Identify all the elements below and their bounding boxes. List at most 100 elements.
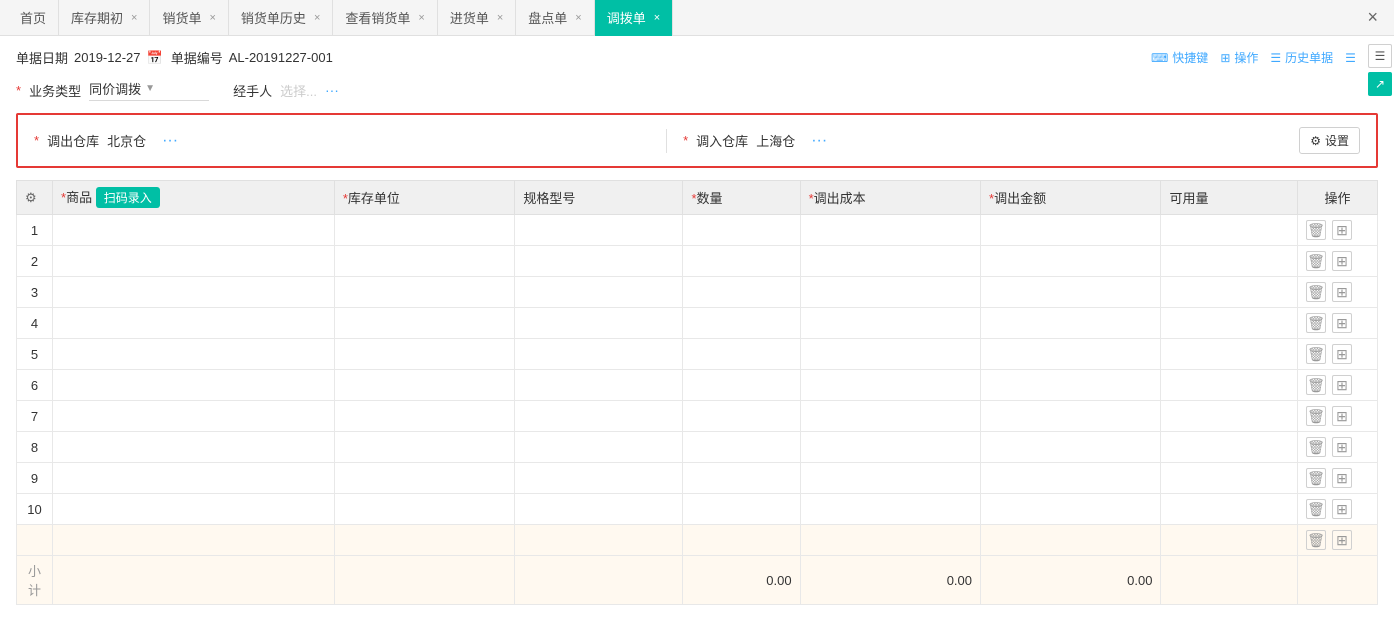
cell-product-10[interactable] xyxy=(53,494,335,525)
settings-button[interactable]: ⚙ 设置 xyxy=(1299,127,1360,154)
calendar-icon[interactable]: 📅 xyxy=(147,50,163,66)
cell-spec-8[interactable] xyxy=(515,432,683,463)
cell-cost-2[interactable] xyxy=(800,246,980,277)
delete-icon-5[interactable]: 🗑 xyxy=(1306,344,1326,364)
cell-spec-10[interactable] xyxy=(515,494,683,525)
copy-icon-8[interactable]: ⊞ xyxy=(1332,437,1352,457)
cell-spec-7[interactable] xyxy=(515,401,683,432)
tab-transfer[interactable]: 调拨单 × xyxy=(595,0,673,36)
out-warehouse-more-icon[interactable]: ··· xyxy=(162,132,178,150)
cell-amount-1[interactable] xyxy=(981,215,1161,246)
cell-amount-8[interactable] xyxy=(981,432,1161,463)
cell-cost-3[interactable] xyxy=(800,277,980,308)
handler-more-dots[interactable]: ··· xyxy=(325,82,339,98)
cell-unit-2[interactable] xyxy=(334,246,514,277)
delete-icon-4[interactable]: 🗑 xyxy=(1306,313,1326,333)
tab-close-sales-history[interactable]: × xyxy=(314,12,320,24)
copy-icon-4[interactable]: ⊞ xyxy=(1332,313,1352,333)
copy-icon-7[interactable]: ⊞ xyxy=(1332,406,1352,426)
tab-inventory-check[interactable]: 盘点单 × xyxy=(516,0,594,36)
cell-qty-5[interactable] xyxy=(683,339,800,370)
cell-spec-4[interactable] xyxy=(515,308,683,339)
copy-icon-5[interactable]: ⊞ xyxy=(1332,344,1352,364)
history-btn[interactable]: ☰ 历史单据 xyxy=(1270,49,1333,66)
cell-cost-5[interactable] xyxy=(800,339,980,370)
cell-product-1[interactable] xyxy=(53,215,335,246)
delete-icon-9[interactable]: 🗑 xyxy=(1306,468,1326,488)
cell-product-6[interactable] xyxy=(53,370,335,401)
copy-icon-11[interactable]: ⊞ xyxy=(1332,530,1352,550)
delete-icon-11[interactable]: 🗑 xyxy=(1306,530,1326,550)
cell-amount-5[interactable] xyxy=(981,339,1161,370)
layout-btn1[interactable]: ☰ xyxy=(1345,51,1356,65)
cell-product-11[interactable] xyxy=(53,525,335,556)
cell-spec-9[interactable] xyxy=(515,463,683,494)
cell-product-3[interactable] xyxy=(53,277,335,308)
th-gear[interactable]: ⚙ xyxy=(17,181,53,215)
delete-icon-7[interactable]: 🗑 xyxy=(1306,406,1326,426)
cell-product-4[interactable] xyxy=(53,308,335,339)
sidebar-list-icon[interactable]: ☰ xyxy=(1368,44,1392,68)
copy-icon-6[interactable]: ⊞ xyxy=(1332,375,1352,395)
sidebar-export-icon[interactable]: ↗ xyxy=(1368,72,1392,96)
delete-icon-3[interactable]: 🗑 xyxy=(1306,282,1326,302)
scan-btn[interactable]: 扫码录入 xyxy=(96,187,160,208)
shortcut-btn[interactable]: ⌨ 快捷键 xyxy=(1151,49,1208,66)
tab-close-inventory-init[interactable]: × xyxy=(131,12,137,24)
cell-cost-8[interactable] xyxy=(800,432,980,463)
copy-icon-9[interactable]: ⊞ xyxy=(1332,468,1352,488)
tab-purchase[interactable]: 进货单 × xyxy=(438,0,516,36)
cell-product-7[interactable] xyxy=(53,401,335,432)
cell-qty-1[interactable] xyxy=(683,215,800,246)
cell-qty-9[interactable] xyxy=(683,463,800,494)
tab-close-view-sales[interactable]: × xyxy=(418,12,424,24)
cell-qty-8[interactable] xyxy=(683,432,800,463)
cell-cost-1[interactable] xyxy=(800,215,980,246)
cell-product-8[interactable] xyxy=(53,432,335,463)
cell-cost-6[interactable] xyxy=(800,370,980,401)
cell-qty-4[interactable] xyxy=(683,308,800,339)
cell-unit-7[interactable] xyxy=(334,401,514,432)
cell-unit-8[interactable] xyxy=(334,432,514,463)
cell-amount-10[interactable] xyxy=(981,494,1161,525)
cell-qty-7[interactable] xyxy=(683,401,800,432)
cell-spec-3[interactable] xyxy=(515,277,683,308)
cell-cost-9[interactable] xyxy=(800,463,980,494)
in-warehouse-more-icon[interactable]: ··· xyxy=(811,132,827,150)
cell-unit-11[interactable] xyxy=(334,525,514,556)
cell-amount-3[interactable] xyxy=(981,277,1161,308)
cell-cost-4[interactable] xyxy=(800,308,980,339)
tab-close-inventory-check[interactable]: × xyxy=(575,12,581,24)
tab-close-sales-order[interactable]: × xyxy=(209,12,215,24)
cell-amount-6[interactable] xyxy=(981,370,1161,401)
cell-amount-7[interactable] xyxy=(981,401,1161,432)
cell-spec-11[interactable] xyxy=(515,525,683,556)
copy-icon-2[interactable]: ⊞ xyxy=(1332,251,1352,271)
tab-inventory-init[interactable]: 库存期初 × xyxy=(59,0,150,36)
cell-qty-6[interactable] xyxy=(683,370,800,401)
cell-unit-9[interactable] xyxy=(334,463,514,494)
cell-spec-1[interactable] xyxy=(515,215,683,246)
operation-btn[interactable]: ⊞ 操作 xyxy=(1220,49,1258,66)
tab-close-purchase[interactable]: × xyxy=(497,12,503,24)
cell-amount-4[interactable] xyxy=(981,308,1161,339)
cell-cost-10[interactable] xyxy=(800,494,980,525)
cell-spec-6[interactable] xyxy=(515,370,683,401)
cell-amount-9[interactable] xyxy=(981,463,1161,494)
tab-sales-order[interactable]: 销货单 × xyxy=(150,0,228,36)
cell-spec-5[interactable] xyxy=(515,339,683,370)
business-type-select[interactable]: 同价调拨 ▼ xyxy=(89,79,209,101)
cell-product-9[interactable] xyxy=(53,463,335,494)
cell-product-5[interactable] xyxy=(53,339,335,370)
tab-view-sales[interactable]: 查看销货单 × xyxy=(333,0,437,36)
tab-bar-close-button[interactable]: × xyxy=(1359,7,1386,28)
cell-unit-1[interactable] xyxy=(334,215,514,246)
delete-icon-6[interactable]: 🗑 xyxy=(1306,375,1326,395)
cell-unit-6[interactable] xyxy=(334,370,514,401)
cell-qty-2[interactable] xyxy=(683,246,800,277)
tab-close-transfer[interactable]: × xyxy=(654,12,660,24)
cell-unit-4[interactable] xyxy=(334,308,514,339)
cell-cost-7[interactable] xyxy=(800,401,980,432)
cell-amount-2[interactable] xyxy=(981,246,1161,277)
cell-qty-10[interactable] xyxy=(683,494,800,525)
